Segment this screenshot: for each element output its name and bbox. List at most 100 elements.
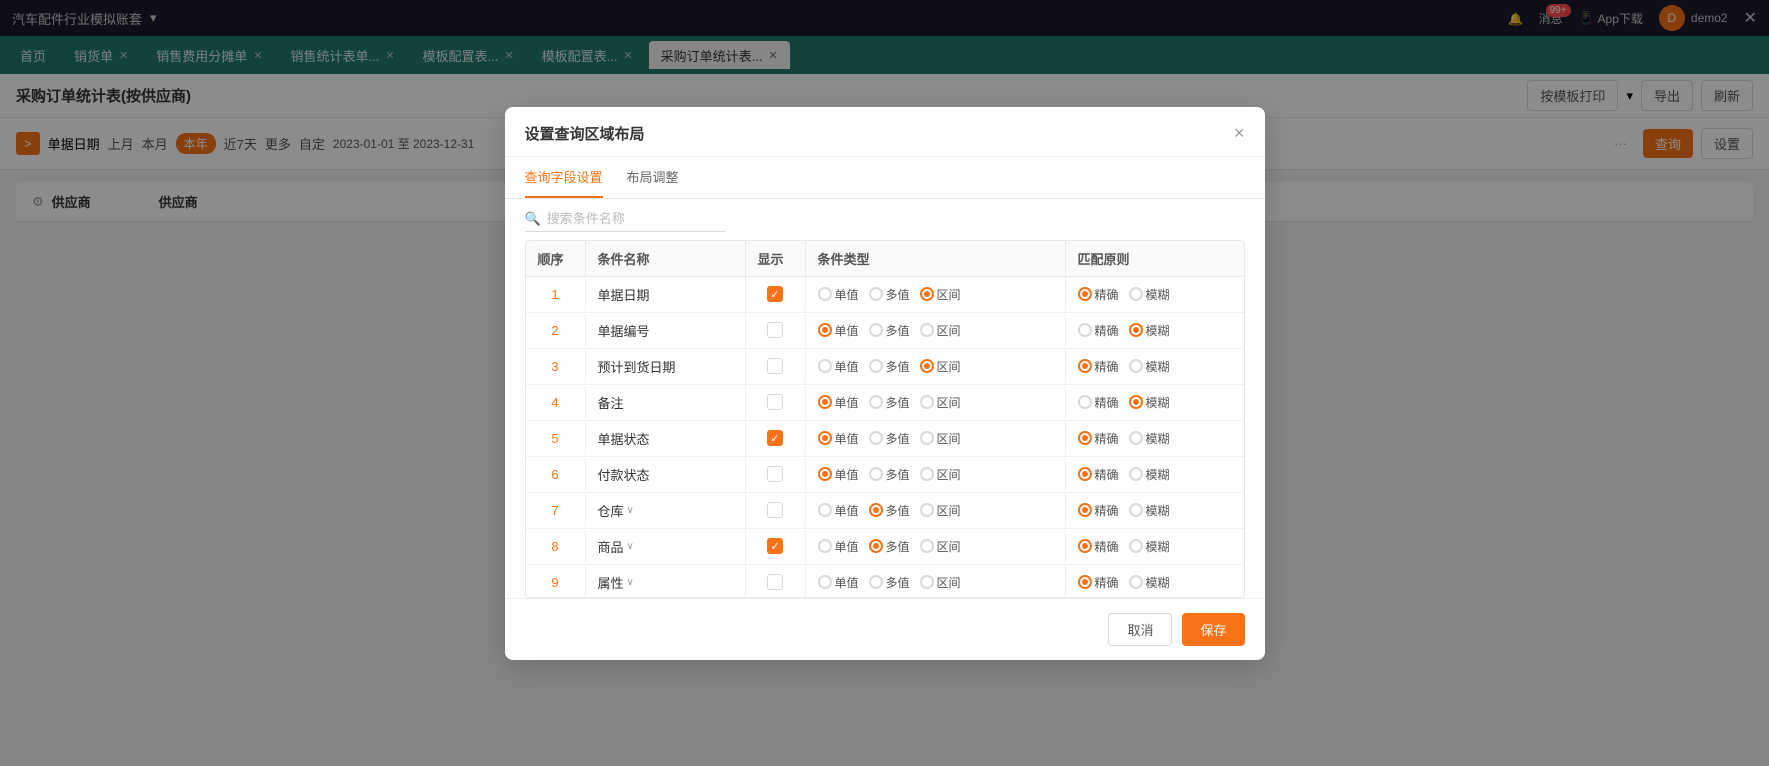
cell-name-5: 单据状态 [586, 421, 746, 456]
radio-exact-circle-9 [1078, 575, 1092, 589]
checkbox-display-2[interactable] [767, 322, 783, 338]
checkbox-display-9[interactable] [767, 574, 783, 590]
cell-match-8: 精确 模糊 [1066, 530, 1244, 563]
config-table-header: 顺序 条件名称 显示 条件类型 匹配原则 [526, 241, 1244, 277]
radio-multi-4[interactable]: 多值 [869, 394, 910, 411]
checkbox-display-1[interactable] [767, 286, 783, 302]
search-input[interactable] [547, 211, 725, 226]
radio-fuzzy-3[interactable]: 模糊 [1129, 358, 1170, 375]
radio-fuzzy-2[interactable]: 模糊 [1129, 322, 1170, 339]
radio-fuzzy-9[interactable]: 模糊 [1129, 574, 1170, 591]
cell-order-4: 4 [526, 387, 586, 418]
radio-group-type-6: 单值 多值 区间 [818, 466, 961, 483]
radio-range-5[interactable]: 区间 [920, 430, 961, 447]
col-match: 匹配原则 [1066, 241, 1245, 276]
dialog-close-button[interactable]: × [1234, 124, 1245, 142]
cell-order-5: 5 [526, 423, 586, 454]
cell-display-6[interactable] [746, 458, 806, 490]
radio-single-circle-9 [818, 575, 832, 589]
radio-single-5[interactable]: 单值 [818, 430, 859, 447]
radio-single-1[interactable]: 单值 [818, 286, 859, 303]
radio-exact-3[interactable]: 精确 [1078, 358, 1119, 375]
checkbox-display-7[interactable] [767, 502, 783, 518]
radio-multi-8[interactable]: 多值 [869, 538, 910, 555]
radio-fuzzy-5[interactable]: 模糊 [1129, 430, 1170, 447]
radio-multi-2[interactable]: 多值 [869, 322, 910, 339]
checkbox-display-4[interactable] [767, 394, 783, 410]
radio-exact-7[interactable]: 精确 [1078, 502, 1119, 519]
checkbox-display-5[interactable] [767, 430, 783, 446]
cell-display-9[interactable] [746, 566, 806, 597]
cell-display-5[interactable] [746, 422, 806, 454]
radio-exact-1[interactable]: 精确 [1078, 286, 1119, 303]
cancel-button[interactable]: 取消 [1108, 613, 1172, 646]
tab-field-settings[interactable]: 查询字段设置 [525, 157, 603, 198]
cell-name-2: 单据编号 [586, 313, 746, 348]
cell-display-4[interactable] [746, 386, 806, 418]
radio-range-9[interactable]: 区间 [920, 574, 961, 591]
radio-range-2[interactable]: 区间 [920, 322, 961, 339]
radio-single-4[interactable]: 单值 [818, 394, 859, 411]
radio-range-3[interactable]: 区间 [920, 358, 961, 375]
table-row: 1 单据日期 单值 多值 [526, 277, 1244, 313]
checkbox-display-3[interactable] [767, 358, 783, 374]
checkbox-display-8[interactable] [767, 538, 783, 554]
dropdown-chevron-7[interactable]: ∨ [627, 505, 634, 516]
radio-exact-9[interactable]: 精确 [1078, 574, 1119, 591]
cell-display-3[interactable] [746, 350, 806, 382]
cell-display-1[interactable] [746, 278, 806, 310]
radio-single-6[interactable]: 单值 [818, 466, 859, 483]
radio-fuzzy-7[interactable]: 模糊 [1129, 502, 1170, 519]
radio-single-3[interactable]: 单值 [818, 358, 859, 375]
radio-multi-circle-3 [869, 359, 883, 373]
cell-order-1: 1 [526, 279, 586, 310]
cell-display-7[interactable] [746, 494, 806, 526]
dropdown-chevron-8[interactable]: ∨ [627, 541, 634, 552]
checkbox-display-6[interactable] [767, 466, 783, 482]
radio-single-circle-3 [818, 359, 832, 373]
radio-single-8[interactable]: 单值 [818, 538, 859, 555]
dropdown-chevron-9[interactable]: ∨ [627, 577, 634, 588]
radio-multi-7[interactable]: 多值 [869, 502, 910, 519]
radio-range-6[interactable]: 区间 [920, 466, 961, 483]
radio-exact-4[interactable]: 精确 [1078, 394, 1119, 411]
radio-multi-3[interactable]: 多值 [869, 358, 910, 375]
radio-multi-9[interactable]: 多值 [869, 574, 910, 591]
cell-match-1: 精确 模糊 [1066, 278, 1244, 311]
tab-layout-adjust[interactable]: 布局调整 [627, 157, 679, 198]
radio-exact-8[interactable]: 精确 [1078, 538, 1119, 555]
radio-single-2[interactable]: 单值 [818, 322, 859, 339]
dialog-overlay[interactable]: 设置查询区域布局 × 查询字段设置 布局调整 🔍 顺序 条件名称 显示 [0, 0, 1769, 766]
radio-single-7[interactable]: 单值 [818, 502, 859, 519]
radio-exact-6[interactable]: 精确 [1078, 466, 1119, 483]
cell-display-2[interactable] [746, 314, 806, 346]
radio-fuzzy-4[interactable]: 模糊 [1129, 394, 1170, 411]
radio-fuzzy-circle-2 [1129, 323, 1143, 337]
cell-match-4: 精确 模糊 [1066, 386, 1244, 419]
radio-multi-6[interactable]: 多值 [869, 466, 910, 483]
cell-type-6: 单值 多值 区间 [806, 458, 1066, 491]
table-row: 5 单据状态 单值 多值 [526, 421, 1244, 457]
radio-multi-5[interactable]: 多值 [869, 430, 910, 447]
radio-exact-circle-1 [1078, 287, 1092, 301]
radio-range-1[interactable]: 区间 [920, 286, 961, 303]
cell-match-6: 精确 模糊 [1066, 458, 1244, 491]
radio-fuzzy-1[interactable]: 模糊 [1129, 286, 1170, 303]
radio-multi-1[interactable]: 多值 [869, 286, 910, 303]
cell-order-3: 3 [526, 351, 586, 382]
radio-multi-circle-7 [869, 503, 883, 517]
radio-fuzzy-6[interactable]: 模糊 [1129, 466, 1170, 483]
radio-range-8[interactable]: 区间 [920, 538, 961, 555]
radio-exact-5[interactable]: 精确 [1078, 430, 1119, 447]
radio-range-7[interactable]: 区间 [920, 502, 961, 519]
radio-single-9[interactable]: 单值 [818, 574, 859, 591]
radio-group-match-8: 精确 模糊 [1078, 538, 1170, 555]
table-row: 2 单据编号 单值 多值 [526, 313, 1244, 349]
radio-fuzzy-8[interactable]: 模糊 [1129, 538, 1170, 555]
radio-fuzzy-circle-6 [1129, 467, 1143, 481]
cell-display-8[interactable] [746, 530, 806, 562]
radio-exact-2[interactable]: 精确 [1078, 322, 1119, 339]
save-button[interactable]: 保存 [1182, 613, 1244, 646]
radio-range-4[interactable]: 区间 [920, 394, 961, 411]
radio-multi-circle-5 [869, 431, 883, 445]
